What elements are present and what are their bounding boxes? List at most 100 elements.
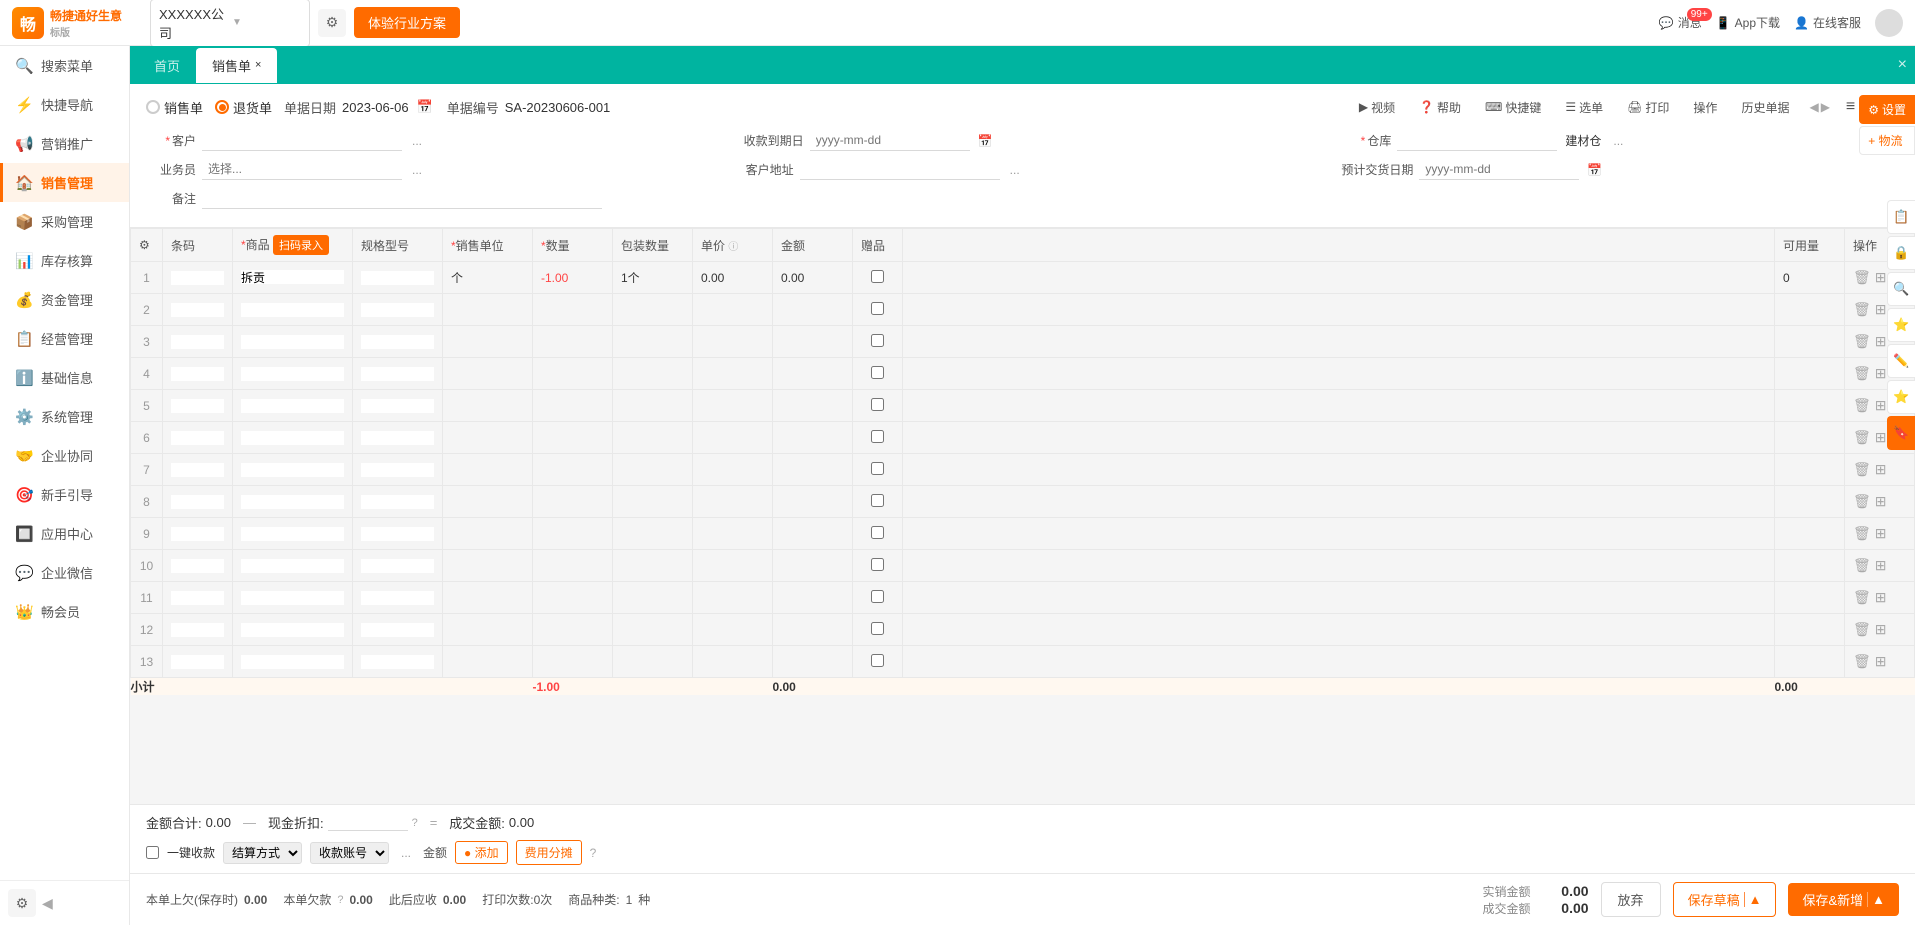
- row-unit-9[interactable]: [443, 550, 533, 582]
- row-unit-3[interactable]: [443, 358, 533, 390]
- row-barcode-11[interactable]: [163, 614, 233, 646]
- float-btn-7[interactable]: 🔖: [1887, 416, 1915, 450]
- sidebar-item-collab[interactable]: 🤝 企业协同: [0, 436, 129, 475]
- company-settings-icon[interactable]: ⚙: [318, 9, 346, 37]
- row-amount-8[interactable]: [773, 518, 853, 550]
- row-price-0[interactable]: 0.00: [693, 262, 773, 294]
- row-spec-8[interactable]: [353, 518, 443, 550]
- row-copy-icon-3[interactable]: ⊞: [1875, 365, 1887, 382]
- row-qty-11[interactable]: [533, 614, 613, 646]
- row-copy-icon-12[interactable]: ⊞: [1875, 653, 1887, 670]
- row-gift-9[interactable]: [853, 550, 903, 582]
- row-price-8[interactable]: [693, 518, 773, 550]
- row-amount-12[interactable]: [773, 646, 853, 678]
- row-price-12[interactable]: [693, 646, 773, 678]
- expense-help-icon[interactable]: ?: [590, 846, 597, 860]
- row-pack-qty-3[interactable]: [613, 358, 693, 390]
- row-delete-icon-3[interactable]: 🗑: [1853, 365, 1871, 382]
- row-spec-5[interactable]: [353, 422, 443, 454]
- cash-discount-help-icon[interactable]: ?: [412, 817, 418, 829]
- row-barcode-0[interactable]: [163, 262, 233, 294]
- row-qty-8[interactable]: [533, 518, 613, 550]
- row-amount-11[interactable]: [773, 614, 853, 646]
- row-copy-icon-1[interactable]: ⊞: [1875, 301, 1887, 318]
- row-product-1[interactable]: [233, 294, 353, 326]
- row-spec-2[interactable]: [353, 326, 443, 358]
- row-qty-0[interactable]: -1.00: [533, 262, 613, 294]
- receive-date-input[interactable]: [810, 130, 970, 151]
- row-unit-4[interactable]: [443, 390, 533, 422]
- cash-discount-input[interactable]: [328, 815, 408, 831]
- row-copy-icon-4[interactable]: ⊞: [1875, 397, 1887, 414]
- row-pack-qty-1[interactable]: [613, 294, 693, 326]
- row-gift-10[interactable]: [853, 582, 903, 614]
- row-gift-0[interactable]: [853, 262, 903, 294]
- row-amount-6[interactable]: [773, 454, 853, 486]
- row-price-5[interactable]: [693, 422, 773, 454]
- row-unit-5[interactable]: [443, 422, 533, 454]
- row-copy-icon-0[interactable]: ⊞: [1875, 269, 1887, 286]
- row-unit-2[interactable]: [443, 326, 533, 358]
- sidebar-item-inventory[interactable]: 📊 库存核算: [0, 241, 129, 280]
- float-btn-4[interactable]: ⭐: [1887, 308, 1915, 342]
- row-qty-6[interactable]: [533, 454, 613, 486]
- row-unit-0[interactable]: 个: [443, 262, 533, 294]
- tab-home[interactable]: 首页: [138, 48, 196, 83]
- salesman-ellipsis-icon[interactable]: ...: [408, 163, 426, 177]
- row-product-7[interactable]: [233, 486, 353, 518]
- row-barcode-8[interactable]: [163, 518, 233, 550]
- row-unit-12[interactable]: [443, 646, 533, 678]
- draft-dropdown-icon[interactable]: ▲: [1744, 892, 1762, 907]
- sidebar-item-search[interactable]: 🔍 搜索菜单: [0, 46, 129, 85]
- row-unit-10[interactable]: [443, 582, 533, 614]
- cumulative-help-icon[interactable]: ?: [337, 894, 343, 906]
- row-unit-6[interactable]: [443, 454, 533, 486]
- shortcuts-btn[interactable]: ⌨ 快捷键: [1477, 95, 1549, 120]
- date-calendar-icon[interactable]: 📅: [415, 99, 435, 115]
- row-gift-8[interactable]: [853, 518, 903, 550]
- row-pack-qty-12[interactable]: [613, 646, 693, 678]
- row-pack-qty-2[interactable]: [613, 326, 693, 358]
- sidebar-item-quicknav[interactable]: ⚡ 快捷导航: [0, 85, 129, 124]
- row-price-1[interactable]: [693, 294, 773, 326]
- row-amount-3[interactable]: [773, 358, 853, 390]
- row-product-8[interactable]: [233, 518, 353, 550]
- sidebar-item-member[interactable]: 👑 畅会员: [0, 592, 129, 631]
- row-amount-9[interactable]: [773, 550, 853, 582]
- row-copy-icon-9[interactable]: ⊞: [1875, 557, 1887, 574]
- sidebar-item-management[interactable]: 📋 经营管理: [0, 319, 129, 358]
- global-close-icon[interactable]: ×: [1898, 56, 1907, 74]
- row-copy-icon-11[interactable]: ⊞: [1875, 621, 1887, 638]
- row-delete-icon-12[interactable]: 🗑: [1853, 653, 1871, 670]
- company-selector[interactable]: XXXXXX公司 ▼: [150, 0, 310, 47]
- row-delete-icon-0[interactable]: 🗑: [1853, 269, 1871, 286]
- save-new-dropdown-icon[interactable]: ▲: [1867, 892, 1885, 907]
- row-gift-4[interactable]: [853, 390, 903, 422]
- row-amount-5[interactable]: [773, 422, 853, 454]
- row-product-2[interactable]: [233, 326, 353, 358]
- row-spec-6[interactable]: [353, 454, 443, 486]
- trial-button[interactable]: 体验行业方案: [354, 7, 460, 38]
- row-price-9[interactable]: [693, 550, 773, 582]
- customer-addr-input[interactable]: [800, 159, 1000, 180]
- sidebar-item-marketing[interactable]: 📢 营销推广: [0, 124, 129, 163]
- row-delete-icon-1[interactable]: 🗑: [1853, 301, 1871, 318]
- row-gift-3[interactable]: [853, 358, 903, 390]
- sidebar-item-guide[interactable]: 🎯 新手引导: [0, 475, 129, 514]
- sidebar-item-appcenter[interactable]: 🔲 应用中心: [0, 514, 129, 553]
- row-qty-10[interactable]: [533, 582, 613, 614]
- row-qty-1[interactable]: [533, 294, 613, 326]
- row-copy-icon-2[interactable]: ⊞: [1875, 333, 1887, 350]
- float-btn-3[interactable]: 🔍: [1887, 272, 1915, 306]
- row-pack-qty-5[interactable]: [613, 422, 693, 454]
- delivery-date-cal-icon[interactable]: 📅: [1585, 163, 1604, 177]
- row-price-6[interactable]: [693, 454, 773, 486]
- row-product-11[interactable]: [233, 614, 353, 646]
- row-gift-1[interactable]: [853, 294, 903, 326]
- row-pack-qty-11[interactable]: [613, 614, 693, 646]
- add-payment-btn[interactable]: ● 添加: [455, 841, 508, 864]
- float-btn-6[interactable]: ⭐: [1887, 380, 1915, 414]
- message-icon-btn[interactable]: 💬 消息 99+: [1659, 14, 1702, 31]
- abandon-button[interactable]: 放弃: [1601, 882, 1661, 917]
- row-spec-11[interactable]: [353, 614, 443, 646]
